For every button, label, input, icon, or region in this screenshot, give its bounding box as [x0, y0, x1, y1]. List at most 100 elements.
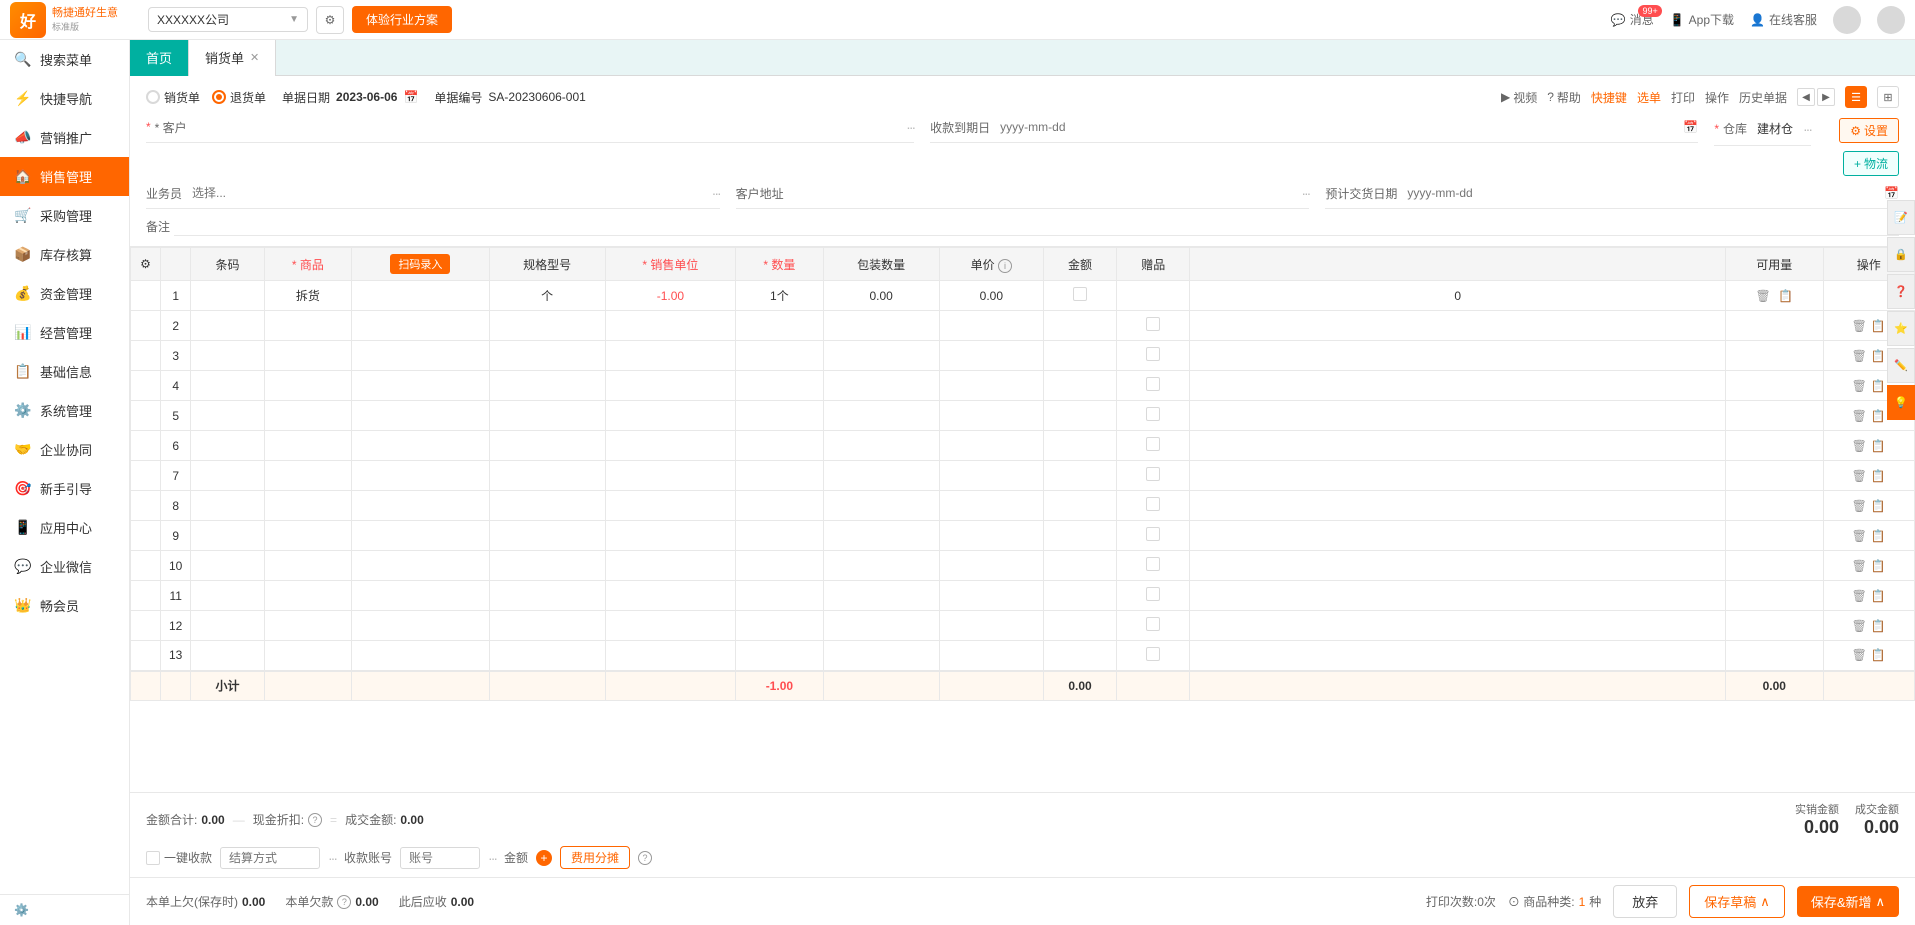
history-button[interactable]: 历史单据 — [1739, 89, 1787, 106]
save-new-button[interactable]: 保存&新增 ∧ — [1797, 886, 1899, 917]
tab-close-icon[interactable]: ✕ — [250, 51, 259, 64]
copy-icon[interactable]: 📋 — [1871, 619, 1886, 633]
radio-return-order[interactable]: 退货单 — [212, 89, 266, 106]
print-button[interactable]: 打印 — [1671, 89, 1695, 106]
video-button[interactable]: ▶ 视频 — [1501, 89, 1537, 106]
discard-button[interactable]: 放弃 — [1613, 885, 1677, 918]
delete-icon-1[interactable]: 🗑 — [1756, 289, 1771, 303]
row-gift-1[interactable] — [1043, 281, 1116, 311]
next-arrow[interactable]: ▶ — [1817, 88, 1835, 106]
add-payment-button[interactable]: + — [536, 850, 552, 866]
delete-icon[interactable]: 🗑 — [1852, 439, 1867, 453]
delete-icon[interactable]: 🗑 — [1852, 319, 1867, 333]
tab-sales-order[interactable]: 销货单 ✕ — [189, 40, 276, 76]
sidebar-item-system[interactable]: ⚙️ 系统管理 — [0, 391, 129, 430]
float-lock-button[interactable]: 🔒 — [1887, 237, 1915, 272]
customer-input[interactable] — [191, 118, 902, 136]
delete-icon[interactable]: 🗑 — [1852, 349, 1867, 363]
float-star-button[interactable]: ⭐ — [1887, 311, 1915, 346]
online-service-button[interactable]: 👤 在线客服 — [1750, 11, 1817, 28]
sidebar-item-quicknav[interactable]: ⚡ 快捷导航 — [0, 79, 129, 118]
due-date-calendar-icon[interactable]: 📅 — [1683, 120, 1698, 134]
account-input[interactable] — [400, 847, 480, 869]
select-button[interactable]: 选单 — [1637, 89, 1661, 106]
fee-split-button[interactable]: 费用分摊 — [560, 846, 630, 869]
sidebar-item-guide[interactable]: 🎯 新手引导 — [0, 469, 129, 508]
sidebar-item-operations[interactable]: 📊 经营管理 — [0, 313, 129, 352]
trial-button[interactable]: 体验行业方案 — [352, 6, 452, 33]
expected-date-input[interactable] — [1401, 184, 1880, 202]
customer-more-icon[interactable]: ··· — [906, 119, 914, 135]
copy-icon[interactable]: 📋 — [1871, 319, 1886, 333]
delete-icon[interactable]: 🗑 — [1852, 469, 1867, 483]
warehouse-more-icon[interactable]: ··· — [1803, 121, 1811, 137]
company-selector[interactable]: XXXXXX公司 ▼ — [148, 7, 308, 32]
calendar-icon[interactable]: 📅 — [403, 90, 418, 104]
discount-info-icon[interactable]: ? — [308, 813, 322, 827]
delete-icon[interactable]: 🗑 — [1852, 559, 1867, 573]
address-more-icon[interactable]: ··· — [1301, 185, 1309, 201]
float-orange-button[interactable]: 💡 — [1887, 385, 1915, 420]
user-avatar2[interactable] — [1877, 6, 1905, 34]
settlement-more[interactable]: ··· — [328, 850, 336, 866]
sidebar-item-cooperation[interactable]: 🤝 企业协同 — [0, 430, 129, 469]
row-quantity-1[interactable]: -1.00 — [605, 281, 735, 311]
sidebar-item-apps[interactable]: 📱 应用中心 — [0, 508, 129, 547]
tab-home[interactable]: 首页 — [130, 40, 189, 76]
operation-button[interactable]: 操作 — [1705, 89, 1729, 106]
row-spec-1[interactable] — [352, 281, 490, 311]
copy-icon[interactable]: 📋 — [1871, 469, 1886, 483]
sidebar-item-search[interactable]: 🔍 搜索菜单 — [0, 40, 129, 79]
float-edit-button[interactable]: ✏️ — [1887, 348, 1915, 383]
salesperson-input[interactable] — [186, 184, 708, 202]
sidebar-item-wechat[interactable]: 💬 企业微信 — [0, 547, 129, 586]
copy-icon[interactable]: 📋 — [1871, 379, 1886, 393]
copy-icon[interactable]: 📋 — [1871, 559, 1886, 573]
account-more[interactable]: ··· — [488, 850, 496, 866]
expected-date-calendar[interactable]: 📅 — [1884, 186, 1899, 200]
product-kind-icon[interactable]: ⊙ — [1508, 895, 1520, 909]
salesperson-more-icon[interactable]: ··· — [712, 185, 720, 201]
sidebar-item-purchase[interactable]: 🛒 采购管理 — [0, 196, 129, 235]
delete-icon[interactable]: 🗑 — [1852, 409, 1867, 423]
sidebar-bottom-settings[interactable]: ⚙️ — [0, 895, 129, 925]
sidebar-item-inventory[interactable]: 📦 库存核算 — [0, 235, 129, 274]
sidebar-item-member[interactable]: 👑 畅会员 — [0, 586, 129, 625]
delete-icon[interactable]: 🗑 — [1852, 529, 1867, 543]
price-info-icon[interactable]: i — [998, 259, 1012, 273]
copy-icon-1[interactable]: 📋 — [1778, 289, 1793, 303]
scan-button[interactable]: 扫码录入 — [390, 254, 450, 274]
prev-arrow[interactable]: ◀ — [1797, 88, 1815, 106]
sidebar-item-finance[interactable]: 💰 资金管理 — [0, 274, 129, 313]
row-price-1[interactable]: 0.00 — [823, 281, 939, 311]
copy-icon[interactable]: 📋 — [1871, 439, 1886, 453]
settings-button[interactable]: ⚙ — [316, 6, 344, 34]
float-notes-button[interactable]: 📝 — [1887, 200, 1915, 235]
copy-icon[interactable]: 📋 — [1871, 499, 1886, 513]
copy-icon[interactable]: 📋 — [1871, 529, 1886, 543]
sidebar-item-basic[interactable]: 📋 基础信息 — [0, 352, 129, 391]
copy-icon[interactable]: 📋 — [1871, 349, 1886, 363]
app-download-button[interactable]: 📱 App下载 — [1670, 11, 1734, 28]
row-barcode-1[interactable] — [191, 281, 264, 311]
delete-icon[interactable]: 🗑 — [1852, 379, 1867, 393]
copy-icon[interactable]: 📋 — [1871, 589, 1886, 603]
customer-address-input[interactable] — [788, 184, 1298, 202]
logistics-button[interactable]: + 物流 — [1843, 151, 1899, 176]
notes-input[interactable] — [174, 217, 1899, 236]
delete-icon[interactable]: 🗑 — [1852, 619, 1867, 633]
delete-icon[interactable]: 🗑 — [1852, 589, 1867, 603]
radio-sales-order[interactable]: 销货单 — [146, 89, 200, 106]
float-question-button[interactable]: ❓ — [1887, 274, 1915, 309]
shortcut-button[interactable]: 快捷键 — [1591, 89, 1627, 106]
help-button[interactable]: ? 帮助 — [1547, 89, 1581, 106]
debt-info-icon[interactable]: ? — [337, 895, 351, 909]
message-button[interactable]: 💬 消息 99+ — [1611, 11, 1654, 28]
sidebar-item-marketing[interactable]: 📣 营销推广 — [0, 118, 129, 157]
user-avatar[interactable] — [1833, 6, 1861, 34]
save-draft-button[interactable]: 保存草稿 ∧ — [1689, 885, 1785, 918]
due-date-input[interactable] — [994, 118, 1679, 136]
one-click-payment-checkbox[interactable]: 一键收款 — [146, 849, 212, 866]
copy-icon[interactable]: 📋 — [1871, 648, 1886, 662]
delete-icon[interactable]: 🗑 — [1852, 648, 1867, 662]
